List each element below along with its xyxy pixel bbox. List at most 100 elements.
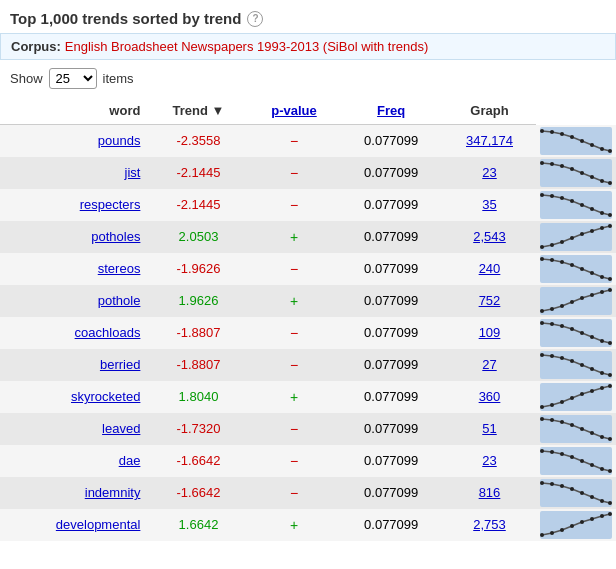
svg-point-58 <box>560 356 564 360</box>
col-graph: Graph <box>443 97 536 125</box>
svg-point-31 <box>608 224 612 228</box>
word-link[interactable]: indemnity <box>85 485 141 500</box>
graph-cell <box>536 221 616 253</box>
svg-point-49 <box>550 322 554 326</box>
svg-point-3 <box>570 135 574 139</box>
svg-point-68 <box>580 392 584 396</box>
sparkline-container <box>540 159 612 187</box>
svg-point-70 <box>600 386 604 390</box>
sign-indicator: − <box>290 325 298 341</box>
freq-value[interactable]: 816 <box>479 485 501 500</box>
word-link[interactable]: berried <box>100 357 140 372</box>
word-link[interactable]: leaved <box>102 421 140 436</box>
word-link[interactable]: stereos <box>98 261 141 276</box>
show-bar: Show 25 50 100 items <box>0 60 616 97</box>
corpus-bar: Corpus: English Broadsheet Newspapers 19… <box>0 33 616 60</box>
table-row: jist -2.1445 − 0.077099 23 <box>0 157 616 189</box>
svg-point-40 <box>540 309 544 313</box>
word-cell: respecters <box>0 189 148 221</box>
trend-value: -2.1445 <box>176 197 220 212</box>
table-row: skyrocketed 1.8040 + 0.077099 360 <box>0 381 616 413</box>
svg-point-36 <box>580 267 584 271</box>
col-pvalue[interactable]: p-value <box>249 97 340 125</box>
svg-point-83 <box>570 455 574 459</box>
trend-cell: 1.8040 <box>148 381 248 413</box>
svg-point-4 <box>580 139 584 143</box>
svg-point-46 <box>600 290 604 294</box>
title-text: Top 1,000 trends sorted by trend <box>10 10 241 27</box>
trend-cell: -1.8807 <box>148 349 248 381</box>
sparkline-container <box>540 191 612 219</box>
sparkline-container <box>540 223 612 251</box>
freq-value[interactable]: 360 <box>479 389 501 404</box>
svg-point-6 <box>600 147 604 151</box>
word-link[interactable]: developmental <box>56 517 141 532</box>
help-icon[interactable]: ? <box>247 11 263 27</box>
pvalue-value: 0.077099 <box>364 485 418 500</box>
svg-point-25 <box>550 243 554 247</box>
word-link[interactable]: respecters <box>80 197 141 212</box>
freq-link[interactable]: Freq <box>377 103 405 118</box>
table-row: respecters -2.1445 − 0.077099 35 <box>0 189 616 221</box>
sign-indicator: + <box>290 293 298 309</box>
freq-value[interactable]: 2,753 <box>473 517 506 532</box>
svg-point-77 <box>590 431 594 435</box>
pvalue-value: 0.077099 <box>364 197 418 212</box>
sparkline-container <box>540 383 612 411</box>
svg-point-30 <box>600 226 604 230</box>
word-link[interactable]: pothole <box>98 293 141 308</box>
svg-point-47 <box>608 288 612 292</box>
svg-point-72 <box>540 417 544 421</box>
sparkline-container <box>540 351 612 379</box>
word-cell: berried <box>0 349 148 381</box>
svg-point-73 <box>550 418 554 422</box>
freq-value[interactable]: 23 <box>482 165 496 180</box>
svg-point-33 <box>550 258 554 262</box>
svg-point-67 <box>570 396 574 400</box>
svg-point-14 <box>600 179 604 183</box>
sparkline-container <box>540 319 612 347</box>
word-link[interactable]: potholes <box>91 229 140 244</box>
svg-point-89 <box>550 482 554 486</box>
freq-value[interactable]: 752 <box>479 293 501 308</box>
svg-point-84 <box>580 459 584 463</box>
svg-point-91 <box>570 487 574 491</box>
svg-point-60 <box>580 363 584 367</box>
svg-point-78 <box>600 435 604 439</box>
word-link[interactable]: skyrocketed <box>71 389 140 404</box>
svg-point-90 <box>560 484 564 488</box>
freq-value[interactable]: 23 <box>482 453 496 468</box>
col-trend[interactable]: Trend ▼ <box>148 97 248 125</box>
sparkline-container <box>540 447 612 475</box>
svg-point-76 <box>580 427 584 431</box>
trend-cell: -1.6642 <box>148 445 248 477</box>
col-freq[interactable]: Freq <box>339 97 443 125</box>
word-link[interactable]: coachloads <box>75 325 141 340</box>
freq-value[interactable]: 35 <box>482 197 496 212</box>
freq-value[interactable]: 240 <box>479 261 501 276</box>
freq-value[interactable]: 347,174 <box>466 133 513 148</box>
svg-point-98 <box>560 528 564 532</box>
pvalue-link[interactable]: p-value <box>271 103 317 118</box>
word-link[interactable]: dae <box>119 453 141 468</box>
svg-point-12 <box>580 171 584 175</box>
graph-cell <box>536 317 616 349</box>
svg-point-15 <box>608 181 612 185</box>
freq-value[interactable]: 2,543 <box>473 229 506 244</box>
freq-value[interactable]: 109 <box>479 325 501 340</box>
word-link[interactable]: pounds <box>98 133 141 148</box>
svg-point-65 <box>550 403 554 407</box>
svg-point-5 <box>590 143 594 147</box>
corpus-link[interactable]: English Broadsheet Newspapers 1993-2013 … <box>65 39 428 54</box>
word-link[interactable]: jist <box>125 165 141 180</box>
trend-cell: -1.8807 <box>148 317 248 349</box>
svg-point-64 <box>540 405 544 409</box>
freq-cell: 109 <box>443 317 536 349</box>
graph-cell <box>536 125 616 157</box>
freq-value[interactable]: 27 <box>482 357 496 372</box>
show-select[interactable]: 25 50 100 <box>49 68 97 89</box>
svg-point-21 <box>590 207 594 211</box>
table-row: developmental 1.6642 + 0.077099 2,753 <box>0 509 616 541</box>
freq-value[interactable]: 51 <box>482 421 496 436</box>
svg-point-103 <box>608 512 612 516</box>
